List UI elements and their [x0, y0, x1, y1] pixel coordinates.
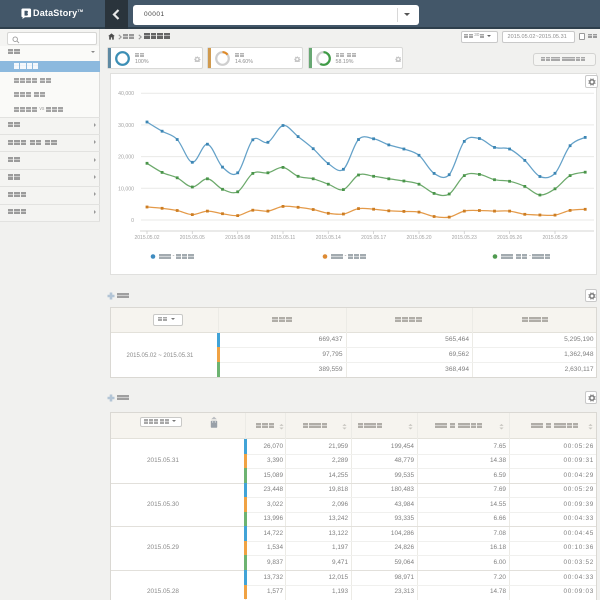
svg-text:40,000: 40,000: [118, 91, 134, 97]
svg-text:2015.05.05: 2015.05.05: [180, 235, 205, 241]
svg-text:30,000: 30,000: [118, 122, 134, 128]
svg-text:10,000: 10,000: [118, 186, 134, 192]
svg-text:2015.05.23: 2015.05.23: [452, 235, 477, 241]
svg-text:2015.05.14: 2015.05.14: [316, 235, 341, 241]
svg-text:2015.05.20: 2015.05.20: [406, 235, 431, 241]
svg-text:0: 0: [131, 218, 134, 224]
svg-text:2015.05.02: 2015.05.02: [134, 235, 159, 241]
svg-text:2015.05.29: 2015.05.29: [542, 235, 567, 241]
svg-text:2015.05.11: 2015.05.11: [271, 235, 296, 241]
svg-text:20,000: 20,000: [118, 154, 134, 160]
svg-text:2015.05.26: 2015.05.26: [497, 235, 522, 241]
svg-text:2015.05.17: 2015.05.17: [361, 235, 386, 241]
svg-text:2015.05.08: 2015.05.08: [225, 235, 250, 241]
